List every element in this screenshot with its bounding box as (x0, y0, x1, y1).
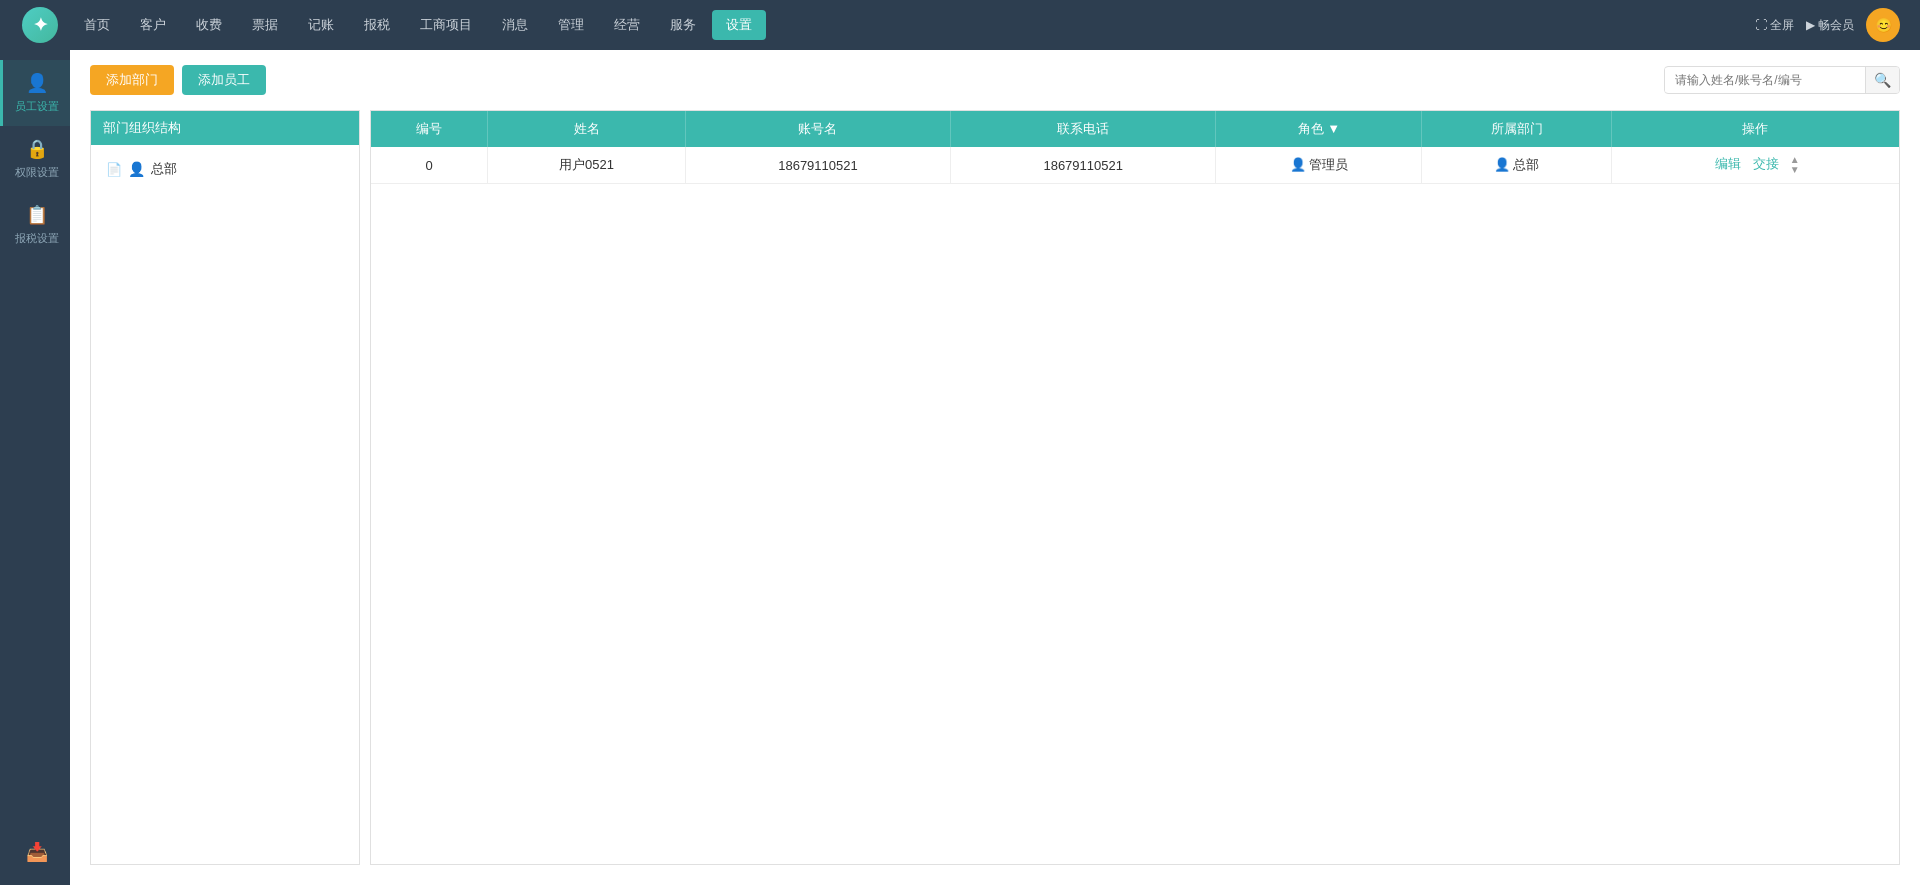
cell-name: 用户0521 (488, 147, 686, 184)
tree-item[interactable]: 📄 👤 总部 (101, 155, 349, 183)
transfer-link[interactable]: 交接 (1753, 156, 1779, 171)
employee-table: 编号姓名账号名联系电话角色 ▼所属部门操作 0用户052118679110521… (371, 111, 1899, 184)
col-header: 姓名 (488, 111, 686, 147)
cell-phone: 18679110521 (951, 147, 1216, 184)
main-content: 添加部门 添加员工 🔍 部门组织结构 📄 👤 总部 编号姓名账号名联系电话角色 … (70, 50, 1920, 885)
add-dept-button[interactable]: 添加部门 (90, 65, 174, 95)
nav-item-首页[interactable]: 首页 (70, 10, 124, 40)
table-row: 0用户05211867911052118679110521👤管理员👤总部 编辑 … (371, 147, 1899, 184)
cell-role: 👤管理员 (1216, 147, 1422, 184)
nav-item-消息[interactable]: 消息 (488, 10, 542, 40)
col-header: 账号名 (685, 111, 950, 147)
nav-item-经营[interactable]: 经营 (600, 10, 654, 40)
col-header: 所属部门 (1422, 111, 1612, 147)
member-btn[interactable]: ▶ 畅会员 (1806, 17, 1854, 34)
sidebar-label: 报税设置 (15, 231, 59, 246)
fullscreen-label: 全屏 (1770, 17, 1794, 34)
content-area: 部门组织结构 📄 👤 总部 编号姓名账号名联系电话角色 ▼所属部门操作 0用户0… (90, 110, 1900, 865)
logo: ✦ (10, 7, 70, 43)
sidebar-item-权限设置[interactable]: 🔒 权限设置 (0, 126, 70, 192)
sidebar-icon: 👤 (26, 72, 48, 94)
tree-header: 部门组织结构 (91, 111, 359, 145)
sidebar-label: 权限设置 (15, 165, 59, 180)
role-icon: 👤 (1290, 157, 1306, 172)
cell-dept: 👤总部 (1422, 147, 1612, 184)
tree-item-label: 总部 (151, 160, 177, 178)
cell-actions: 编辑 交接 ▲ ▼ (1611, 147, 1899, 184)
avatar[interactable]: 😊 (1866, 8, 1900, 42)
nav-item-收费[interactable]: 收费 (182, 10, 236, 40)
sidebar-icon: 📋 (26, 204, 48, 226)
scroll-controls: ▲ ▼ (1790, 155, 1800, 175)
col-header: 角色 ▼ (1216, 111, 1422, 147)
logo-icon: ✦ (22, 7, 58, 43)
play-icon: ▶ (1806, 18, 1815, 32)
top-navigation: ✦ 首页客户收费票据记账报税工商项目消息管理经营服务设置 ⛶ 全屏 ▶ 畅会员 … (0, 0, 1920, 50)
scroll-down-btn[interactable]: ▼ (1790, 165, 1800, 175)
top-nav-right: ⛶ 全屏 ▶ 畅会员 😊 (1755, 8, 1900, 42)
table-panel: 编号姓名账号名联系电话角色 ▼所属部门操作 0用户052118679110521… (370, 110, 1900, 865)
sidebar-label: 员工设置 (15, 99, 59, 114)
cell-id: 0 (371, 147, 488, 184)
member-label: 畅会员 (1818, 17, 1854, 34)
nav-item-服务[interactable]: 服务 (656, 10, 710, 40)
edit-link[interactable]: 编辑 (1715, 156, 1741, 171)
fullscreen-icon: ⛶ (1755, 18, 1767, 32)
sidebar-item-报税设置[interactable]: 📋 报税设置 (0, 192, 70, 258)
sidebar-item-员工设置[interactable]: 👤 员工设置 (0, 60, 70, 126)
col-header: 编号 (371, 111, 488, 147)
toolbar: 添加部门 添加员工 🔍 (90, 65, 1900, 95)
col-header: 联系电话 (951, 111, 1216, 147)
nav-item-客户[interactable]: 客户 (126, 10, 180, 40)
search-box: 🔍 (1664, 66, 1900, 94)
file-icon: 📄 (106, 162, 122, 177)
col-header: 操作 (1611, 111, 1899, 147)
nav-item-票据[interactable]: 票据 (238, 10, 292, 40)
nav-item-管理[interactable]: 管理 (544, 10, 598, 40)
download-icon: 📥 (26, 841, 48, 863)
nav-item-记账[interactable]: 记账 (294, 10, 348, 40)
nav-item-报税[interactable]: 报税 (350, 10, 404, 40)
tree-panel: 部门组织结构 📄 👤 总部 (90, 110, 360, 865)
sidebar-icon: 🔒 (26, 138, 48, 160)
search-input[interactable] (1665, 68, 1865, 92)
tree-body: 📄 👤 总部 (91, 145, 359, 193)
nav-item-设置[interactable]: 设置 (712, 10, 766, 40)
add-employee-button[interactable]: 添加员工 (182, 65, 266, 95)
fullscreen-btn[interactable]: ⛶ 全屏 (1755, 17, 1794, 34)
dept-icon: 👤 (1494, 157, 1510, 172)
nav-items: 首页客户收费票据记账报税工商项目消息管理经营服务设置 (70, 10, 1755, 40)
search-button[interactable]: 🔍 (1865, 67, 1899, 93)
cell-account: 18679110521 (685, 147, 950, 184)
user-icon: 👤 (128, 161, 145, 177)
sidebar-bottom-item[interactable]: 📥 (0, 829, 70, 875)
sidebar: 👤 员工设置🔒 权限设置📋 报税设置📥 (0, 50, 70, 885)
nav-item-工商项目[interactable]: 工商项目 (406, 10, 486, 40)
